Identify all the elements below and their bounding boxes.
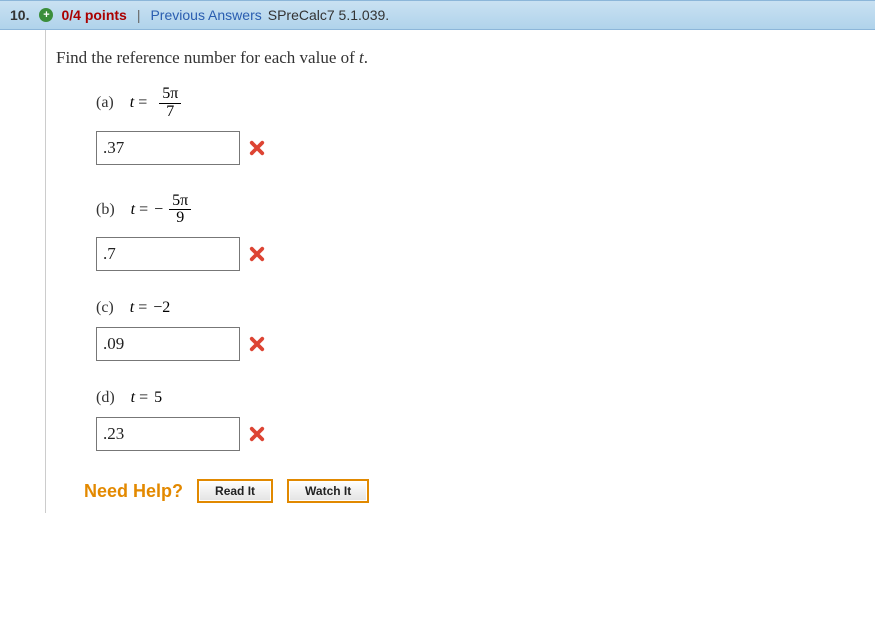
part-b-letter: (b) xyxy=(96,201,115,219)
part-a: (a) t = 5π 7 xyxy=(96,86,865,165)
answer-input-c[interactable] xyxy=(96,327,240,361)
part-a-label-row: (a) t = 5π 7 xyxy=(96,86,865,121)
part-b: (b) t = − 5π 9 xyxy=(96,193,865,272)
denominator: 9 xyxy=(173,210,187,227)
need-help-row: Need Help? Read It Watch It xyxy=(84,479,865,503)
previous-answers-link[interactable]: Previous Answers xyxy=(150,7,261,23)
read-it-button[interactable]: Read It xyxy=(197,479,273,503)
separator: | xyxy=(137,7,141,23)
part-b-neg: − xyxy=(154,201,163,219)
question-header: 10. + 0/4 points | Previous Answers SPre… xyxy=(0,0,875,30)
part-c-equation: t = −2 xyxy=(130,299,171,317)
part-d-value: 5 xyxy=(154,389,162,407)
answer-input-a[interactable] xyxy=(96,131,240,165)
part-a-letter: (a) xyxy=(96,94,114,112)
answer-input-d[interactable] xyxy=(96,417,240,451)
incorrect-icon xyxy=(248,139,266,157)
part-a-equation: t = 5π 7 xyxy=(130,86,182,121)
need-help-label: Need Help? xyxy=(84,481,183,502)
fraction: 5π 9 xyxy=(169,193,191,228)
incorrect-icon xyxy=(248,245,266,263)
numerator: 5π xyxy=(169,193,191,211)
source-ref: SPreCalc7 5.1.039. xyxy=(268,7,389,23)
fraction: 5π 7 xyxy=(159,86,181,121)
numerator: 5π xyxy=(159,86,181,104)
question-number: 10. xyxy=(10,7,29,23)
part-c: (c) t = −2 xyxy=(96,299,865,361)
denominator: 7 xyxy=(163,104,177,121)
part-c-value: −2 xyxy=(153,299,170,317)
prompt-suffix: . xyxy=(364,48,368,67)
prompt-text: Find the reference number for each value… xyxy=(56,48,359,67)
incorrect-icon xyxy=(248,335,266,353)
points: 0/4 points xyxy=(61,7,126,23)
part-d-label-row: (d) t = 5 xyxy=(96,389,865,407)
part-d-equation: t = 5 xyxy=(131,389,162,407)
incorrect-icon xyxy=(248,425,266,443)
part-b-equation: t = − 5π 9 xyxy=(131,193,192,228)
part-c-letter: (c) xyxy=(96,299,114,317)
part-d-letter: (d) xyxy=(96,389,115,407)
watch-it-button[interactable]: Watch It xyxy=(287,479,369,503)
answer-input-b[interactable] xyxy=(96,237,240,271)
plus-icon: + xyxy=(39,8,53,22)
question-body: Find the reference number for each value… xyxy=(45,30,875,513)
prompt: Find the reference number for each value… xyxy=(56,48,865,68)
part-b-label-row: (b) t = − 5π 9 xyxy=(96,193,865,228)
part-d: (d) t = 5 xyxy=(96,389,865,451)
part-c-label-row: (c) t = −2 xyxy=(96,299,865,317)
